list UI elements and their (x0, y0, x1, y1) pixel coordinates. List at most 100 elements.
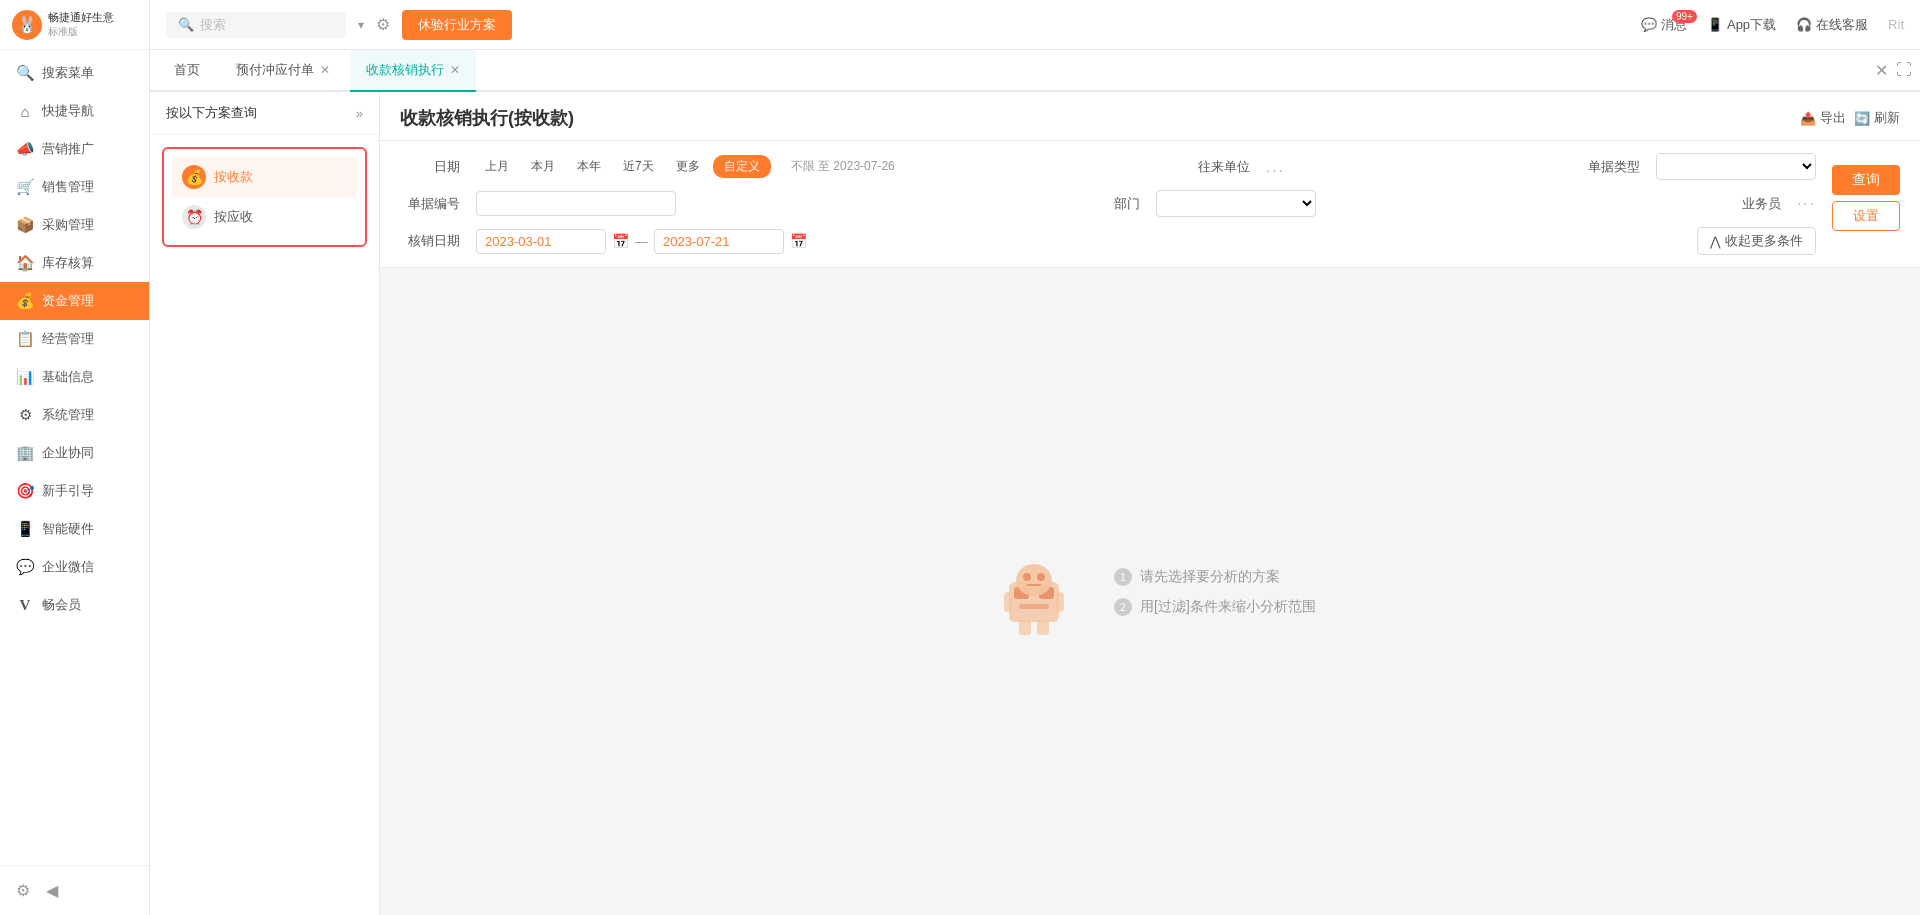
sidebar-item-label: 新手引导 (42, 482, 94, 500)
sidebar-item-hardware[interactable]: 📱 智能硬件 (0, 510, 149, 548)
tab-collection[interactable]: 收款核销执行 ✕ (350, 50, 476, 92)
sidebar-item-label: 采购管理 (42, 216, 94, 234)
sidebar-item-guide[interactable]: 🎯 新手引导 (0, 472, 149, 510)
sidebar-item-label: 经营管理 (42, 330, 94, 348)
start-calendar-icon[interactable]: 📅 (612, 233, 629, 249)
collapse-more-button[interactable]: ⋀ 收起更多条件 (1697, 227, 1816, 255)
service-icon: 🎧 (1796, 17, 1812, 32)
svg-point-10 (1037, 573, 1045, 581)
topbar-search[interactable]: 🔍 搜索 (166, 12, 346, 38)
tab-home[interactable]: 首页 (158, 50, 216, 92)
empty-tip-2: 2 用[过滤]条件来缩小分析范围 (1114, 598, 1316, 616)
marketing-icon: 📣 (16, 140, 34, 158)
page-title: 收款核销执行(按收款) (400, 106, 574, 130)
empty-text-list: 1 请先选择要分析的方案 2 用[过滤]条件来缩小分析范围 (1114, 568, 1316, 616)
sidebar-item-wechat[interactable]: 💬 企业微信 (0, 548, 149, 586)
collapse-sidebar-icon[interactable]: ◀ (46, 881, 58, 900)
sidebar-item-enterprise[interactable]: 🏢 企业协同 (0, 434, 149, 472)
date-label: 日期 (400, 158, 460, 176)
left-panel-title: 按以下方案查询 (166, 104, 257, 122)
receivable-icon: ⏰ (182, 205, 206, 229)
settings-button[interactable]: 设置 (1832, 201, 1900, 231)
sidebar-item-quicknav[interactable]: ⌂ 快捷导航 (0, 92, 149, 130)
query-button[interactable]: 查询 (1832, 165, 1900, 195)
tab-prepay[interactable]: 预付冲应付单 ✕ (220, 50, 346, 92)
date-btn-7days[interactable]: 近7天 (614, 155, 663, 178)
sidebar-item-inventory[interactable]: 🏠 库存核算 (0, 244, 149, 282)
wechat-icon: 💬 (16, 558, 34, 576)
app-logo: 🐰 畅捷通好生意 标准版 (0, 0, 149, 50)
date-btn-curr[interactable]: 本月 (522, 155, 564, 178)
message-button[interactable]: 💬 消息 99+ (1641, 16, 1687, 34)
verify-date-start-input[interactable] (476, 229, 606, 254)
settings-bottom-icon[interactable]: ⚙ (16, 881, 30, 900)
date-btn-custom[interactable]: 自定义 (713, 155, 771, 178)
filter-by-receipt[interactable]: 💰 按收款 (172, 157, 357, 197)
solution-button[interactable]: 休验行业方案 (402, 10, 512, 40)
app-icon: 📱 (1707, 17, 1723, 32)
sidebar-item-label: 企业协同 (42, 444, 94, 462)
filter-row-verifydate: 核销日期 📅 — 📅 ⋀ 收起更多条件 (400, 227, 1816, 255)
date-separator: — (635, 234, 648, 249)
tab-prepay-close[interactable]: ✕ (320, 63, 330, 77)
empty-tip-1-text: 请先选择要分析的方案 (1140, 568, 1280, 586)
sidebar-item-basic[interactable]: 📊 基础信息 (0, 358, 149, 396)
operation-icon: 📋 (16, 330, 34, 348)
dept-select[interactable] (1156, 190, 1316, 217)
refresh-button[interactable]: 🔄 刷新 (1854, 109, 1900, 127)
sidebar-item-system[interactable]: ⚙ 系统管理 (0, 396, 149, 434)
sidebar-item-purchase[interactable]: 📦 采购管理 (0, 206, 149, 244)
sidebar-item-label: 搜索菜单 (42, 64, 94, 82)
gear-icon[interactable]: ⚙ (376, 15, 390, 34)
filter-by-receivable-label: 按应收 (214, 208, 253, 226)
enterprise-icon: 🏢 (16, 444, 34, 462)
export-button[interactable]: 📤 导出 (1800, 109, 1846, 127)
tab-collection-close[interactable]: ✕ (450, 63, 460, 77)
left-panel-collapse-icon[interactable]: » (356, 106, 363, 121)
empty-state: 1 请先选择要分析的方案 2 用[过滤]条件来缩小分析范围 (380, 268, 1920, 915)
service-label: 在线客服 (1816, 16, 1868, 34)
dropdown-icon[interactable]: ▾ (358, 18, 364, 32)
svg-rect-7 (1037, 620, 1049, 635)
online-service-button[interactable]: 🎧 在线客服 (1796, 16, 1868, 34)
doc-no-input[interactable] (476, 191, 676, 216)
sidebar-item-search[interactable]: 🔍 搜索菜单 (0, 54, 149, 92)
sidebar-item-marketing[interactable]: 📣 营销推广 (0, 130, 149, 168)
close-all-tabs-icon[interactable]: ✕ (1875, 61, 1888, 80)
refresh-icon: 🔄 (1854, 111, 1870, 126)
collapse-icon: ⋀ (1710, 234, 1721, 249)
filter-by-receipt-label: 按收款 (214, 168, 253, 186)
filter-by-receivable[interactable]: ⏰ 按应收 (172, 197, 357, 237)
sidebar-item-member[interactable]: V 畅会员 (0, 586, 149, 624)
partner-input[interactable]: ... (1266, 158, 1285, 176)
main-area: 🔍 搜索 ▾ ⚙ 休验行业方案 💬 消息 99+ 📱 App下载 🎧 在线客服 … (150, 0, 1920, 915)
sidebar-item-label: 畅会员 (42, 596, 81, 614)
inventory-icon: 🏠 (16, 254, 34, 272)
verify-date-end-input[interactable] (654, 229, 784, 254)
content-area: 按以下方案查询 » 💰 按收款 ⏰ 按应收 收款核销执行(按收款) (150, 92, 1920, 915)
app-download-button[interactable]: 📱 App下载 (1707, 16, 1776, 34)
doc-no-label: 单据编号 (400, 195, 460, 213)
salesperson-input[interactable]: ··· (1797, 195, 1816, 213)
sidebar-item-sales[interactable]: 🛒 销售管理 (0, 168, 149, 206)
sidebar-item-finance[interactable]: 💰 资金管理 (0, 282, 149, 320)
logo-name: 畅捷通好生意 (48, 10, 114, 24)
svg-rect-5 (1056, 592, 1064, 612)
svg-rect-3 (1019, 604, 1049, 609)
collapse-label: 收起更多条件 (1725, 232, 1803, 250)
member-icon: V (16, 597, 34, 614)
end-calendar-icon[interactable]: 📅 (790, 233, 807, 249)
sidebar-bottom: ⚙ ◀ (0, 865, 149, 915)
doc-type-select[interactable] (1656, 153, 1816, 180)
receipt-icon: 💰 (182, 165, 206, 189)
sidebar-item-operation[interactable]: 📋 经营管理 (0, 320, 149, 358)
expand-icon[interactable]: ⛶ (1896, 61, 1912, 80)
search-placeholder: 搜索 (200, 16, 226, 34)
left-panel: 按以下方案查询 » 💰 按收款 ⏰ 按应收 (150, 92, 380, 915)
date-btn-prev[interactable]: 上月 (476, 155, 518, 178)
date-btn-more[interactable]: 更多 (667, 155, 709, 178)
tabbar: 首页 预付冲应付单 ✕ 收款核销执行 ✕ ✕ ⛶ (150, 50, 1920, 92)
date-btn-year[interactable]: 本年 (568, 155, 610, 178)
search-icon: 🔍 (178, 17, 194, 32)
dept-label: 部门 (1080, 195, 1140, 213)
